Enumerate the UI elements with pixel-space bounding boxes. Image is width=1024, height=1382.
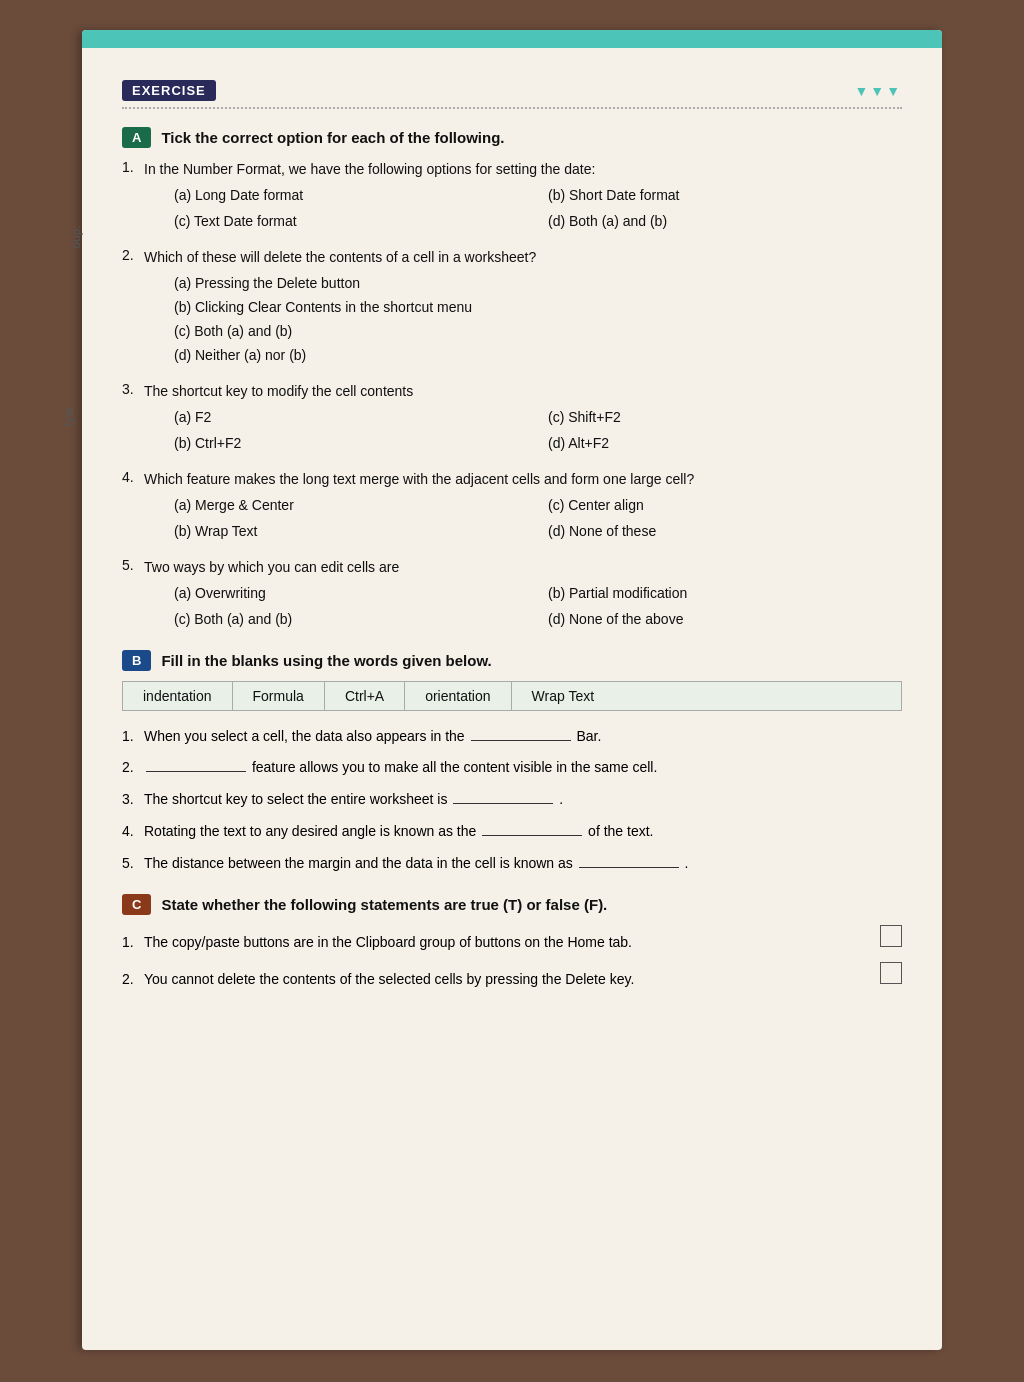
exercise-header: EXERCISE ▼▼▼ (122, 80, 902, 109)
section-a-header: A Tick the correct option for each of th… (122, 127, 902, 148)
fill-q4-blank (482, 835, 582, 836)
tf-q-1: 1. The copy/paste buttons are in the Cli… (122, 925, 902, 955)
fill-word-2: Formula (233, 682, 325, 710)
q5-body: Two ways by which you can edit cells are… (144, 556, 902, 632)
q2-option-b: (b) Clicking Clear Contents in the short… (174, 296, 902, 320)
q1-option-c: (c) Text Date format (174, 210, 528, 234)
q2-option-d: (d) Neither (a) nor (b) (174, 344, 902, 368)
q5-options: (a) Overwriting (b) Partial modification… (174, 582, 902, 632)
fill-q2-num: 2. (122, 756, 144, 780)
q3-num: 3. (122, 381, 144, 397)
q3-text: The shortcut key to modify the cell cont… (144, 380, 902, 402)
fill-q1-text: When you select a cell, the data also ap… (144, 725, 601, 749)
fill-q2-blank (146, 771, 246, 772)
fill-q-3: 3. The shortcut key to select the entire… (122, 788, 902, 812)
sidebar-text-oup: oup. (69, 225, 83, 248)
book-page: EXERCISE ▼▼▼ A Tick the correct option f… (82, 30, 942, 1350)
q1-body: In the Number Format, we have the follow… (144, 158, 902, 234)
section-c-header: C State whether the following statements… (122, 894, 902, 915)
fill-q1-num: 1. (122, 725, 144, 749)
q4-option-d: (d) None of these (548, 520, 902, 544)
question-1: 1. In the Number Format, we have the fol… (122, 158, 902, 234)
q2-num: 2. (122, 247, 144, 263)
triangle-icons: ▼▼▼ (854, 83, 902, 99)
section-a-badge: A (122, 127, 151, 148)
question-4: 4. Which feature makes the long text mer… (122, 468, 902, 544)
question-2: 2. Which of these will delete the conten… (122, 246, 902, 368)
q3-option-a: (a) F2 (174, 406, 528, 430)
fill-q5-text: The distance between the margin and the … (144, 852, 689, 876)
fill-word-1: indentation (123, 682, 233, 710)
fill-q-5: 5. The distance between the margin and t… (122, 852, 902, 876)
q1-option-a: (a) Long Date format (174, 184, 528, 208)
q2-option-c: (c) Both (a) and (b) (174, 320, 902, 344)
q1-option-d: (d) Both (a) and (b) (548, 210, 902, 234)
fill-q-1: 1. When you select a cell, the data also… (122, 725, 902, 749)
section-b-header: B Fill in the blanks using the words giv… (122, 650, 902, 671)
q1-options: (a) Long Date format (b) Short Date form… (174, 184, 902, 234)
q5-option-a: (a) Overwriting (174, 582, 528, 606)
section-c-badge: C (122, 894, 151, 915)
exercise-badge: EXERCISE (122, 80, 216, 101)
q4-option-a: (a) Merge & Center (174, 494, 528, 518)
fill-q4-text: Rotating the text to any desired angle i… (144, 820, 653, 844)
q1-option-b: (b) Short Date format (548, 184, 902, 208)
q3-option-d: (d) Alt+F2 (548, 432, 902, 456)
fill-q2-text: feature allows you to make all the conte… (144, 756, 657, 780)
fill-q4-num: 4. (122, 820, 144, 844)
question-3: 3. The shortcut key to modify the cell c… (122, 380, 902, 456)
q1-text: In the Number Format, we have the follow… (144, 158, 902, 180)
fill-q-2: 2. feature allows you to make all the co… (122, 756, 902, 780)
q2-options: (a) Pressing the Delete button (b) Click… (174, 272, 902, 367)
q5-option-c: (c) Both (a) and (b) (174, 608, 528, 632)
q2-text: Which of these will delete the contents … (144, 246, 902, 268)
q4-body: Which feature makes the long text merge … (144, 468, 902, 544)
fill-q-4: 4. Rotating the text to any desired angl… (122, 820, 902, 844)
tf-q1-checkbox[interactable] (880, 925, 902, 947)
q3-option-b: (b) Ctrl+F2 (174, 432, 528, 456)
page-content: EXERCISE ▼▼▼ A Tick the correct option f… (122, 68, 902, 992)
fill-q1-blank (471, 740, 571, 741)
fill-q3-num: 3. (122, 788, 144, 812)
fill-word-5: Wrap Text (512, 682, 615, 710)
q2-body: Which of these will delete the contents … (144, 246, 902, 368)
q2-option-a: (a) Pressing the Delete button (174, 272, 902, 296)
tf-q2-checkbox[interactable] (880, 962, 902, 984)
q4-num: 4. (122, 469, 144, 485)
tf-q-2: 2. You cannot delete the contents of the… (122, 962, 902, 992)
teal-bar (82, 30, 942, 48)
q4-options: (a) Merge & Center (c) Center align (b) … (174, 494, 902, 544)
question-5: 5. Two ways by which you can edit cells … (122, 556, 902, 632)
fill-q3-blank (453, 803, 553, 804)
tf-q2-num: 2. (122, 968, 144, 992)
section-b-title: Fill in the blanks using the words given… (161, 652, 491, 669)
q3-options: (a) F2 (c) Shift+F2 (b) Ctrl+F2 (d) Alt+… (174, 406, 902, 456)
sidebar-text-tyle: tyle (62, 408, 76, 427)
fill-word-3: Ctrl+A (325, 682, 405, 710)
q5-text: Two ways by which you can edit cells are (144, 556, 902, 578)
q5-num: 5. (122, 557, 144, 573)
q4-option-c: (c) Center align (548, 494, 902, 518)
q3-body: The shortcut key to modify the cell cont… (144, 380, 902, 456)
section-c-title: State whether the following statements a… (161, 896, 607, 913)
q1-num: 1. (122, 159, 144, 175)
section-b-badge: B (122, 650, 151, 671)
fill-questions-block: 1. When you select a cell, the data also… (122, 725, 902, 876)
fill-q5-num: 5. (122, 852, 144, 876)
q5-option-b: (b) Partial modification (548, 582, 902, 606)
tf-q1-num: 1. (122, 931, 144, 955)
fill-words-box: indentation Formula Ctrl+A orientation W… (122, 681, 902, 711)
fill-word-4: orientation (405, 682, 511, 710)
tf-q1-text: The copy/paste buttons are in the Clipbo… (144, 931, 868, 955)
fill-q3-text: The shortcut key to select the entire wo… (144, 788, 563, 812)
q3-option-c: (c) Shift+F2 (548, 406, 902, 430)
q4-text: Which feature makes the long text merge … (144, 468, 902, 490)
q4-option-b: (b) Wrap Text (174, 520, 528, 544)
q5-option-d: (d) None of the above (548, 608, 902, 632)
tf-q2-text: You cannot delete the contents of the se… (144, 968, 868, 992)
section-a-title: Tick the correct option for each of the … (161, 129, 504, 146)
tf-questions-block: 1. The copy/paste buttons are in the Cli… (122, 925, 902, 993)
fill-q5-blank (579, 867, 679, 868)
